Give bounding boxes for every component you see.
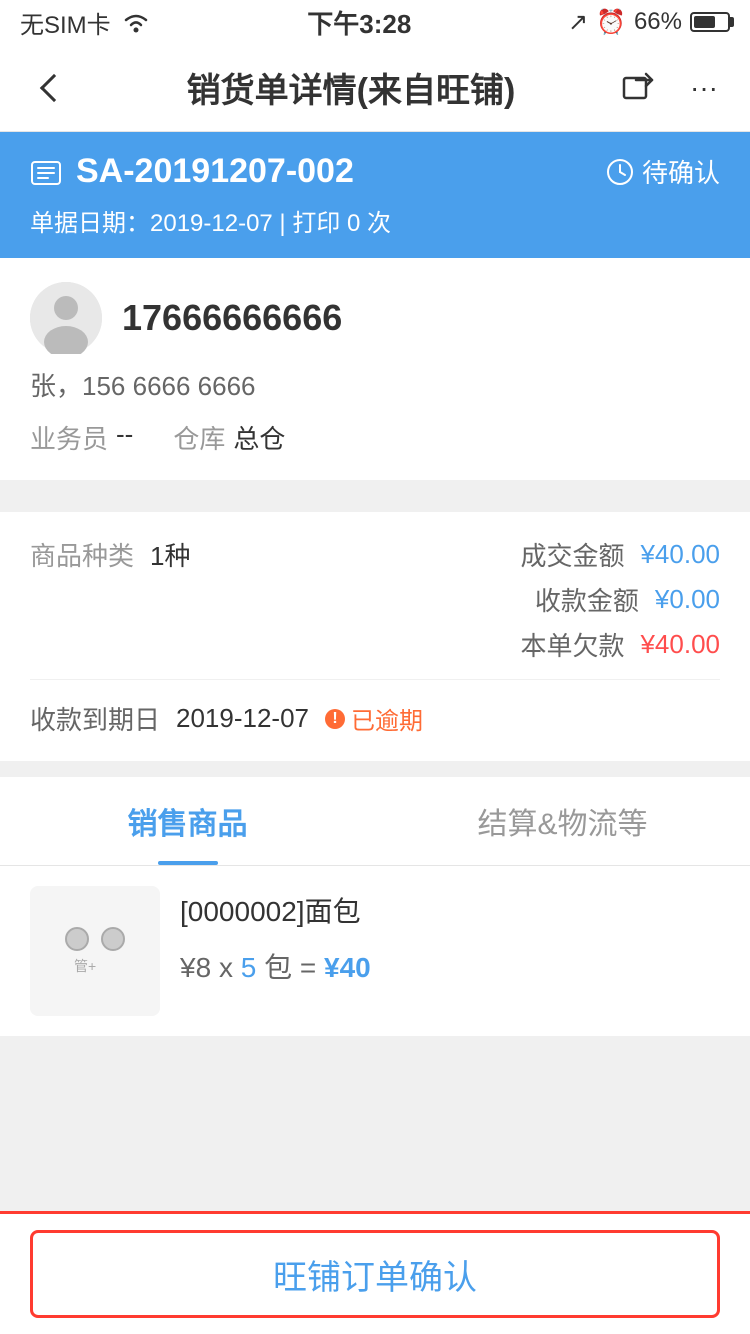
equals-sign: = [300, 952, 324, 983]
back-button[interactable] [24, 58, 84, 118]
owl-eye-left [65, 927, 89, 951]
status-text: 待确认 [642, 153, 720, 190]
order-date: 单据日期：2019-12-07 | 打印 0 次 [30, 203, 720, 238]
nav-title: 销货单详情(来自旺铺) [84, 63, 618, 112]
product-types: 商品种类 1种 [30, 536, 190, 573]
more-button[interactable]: ··· [682, 66, 726, 110]
nav-bar: 销货单详情(来自旺铺) ··· [0, 44, 750, 132]
battery-text: 66% [634, 8, 682, 36]
product-item: 管+ [0000002]面包 ¥8 x 5 包 = ¥40 [30, 886, 720, 1016]
order-icon [30, 158, 66, 186]
share-icon [622, 70, 658, 106]
tabs-section: 销售商品 结算&物流等 [0, 777, 750, 866]
transaction-value: ¥40.00 [640, 539, 720, 570]
due-label: 收款到期日 [30, 700, 160, 737]
order-status: 待确认 [606, 153, 720, 190]
overdue-badge: ! 已逾期 [325, 701, 423, 736]
confirm-btn-container: 旺铺订单确认 [0, 1211, 750, 1334]
product-section: 管+ [0000002]面包 ¥8 x 5 包 = ¥40 [0, 866, 750, 1036]
salesperson-meta: 业务员 -- [30, 419, 133, 456]
confirm-button[interactable]: 旺铺订单确认 [30, 1230, 720, 1318]
order-id: SA-20191207-002 [30, 152, 354, 191]
transaction-amount-row: 成交金额 ¥40.00 [520, 536, 720, 573]
warehouse-value: 总仓 [233, 419, 285, 456]
unit-price: ¥8 [180, 952, 211, 983]
owl-eye-right [101, 927, 125, 951]
avatar-icon [30, 282, 102, 354]
payment-label: 收款金额 [535, 581, 639, 618]
due-date-section: 收款到期日 2019-12-07 ! 已逾期 [30, 679, 720, 737]
owing-label: 本单欠款 [520, 626, 624, 663]
owing-amount-row: 本单欠款 ¥40.00 [520, 626, 720, 663]
product-logo: 管+ [65, 927, 125, 975]
payment-amount-row: 收款金额 ¥0.00 [535, 581, 720, 618]
summary-section: 商品种类 1种 成交金额 ¥40.00 收款金额 ¥0.00 本单欠款 ¥40.… [0, 512, 750, 761]
multiply-sign: x [219, 952, 241, 983]
quantity: 5 [241, 952, 257, 983]
divider-1 [0, 496, 750, 512]
salesperson-value: -- [116, 419, 133, 456]
tab-settlement-label: 结算&物流等 [477, 799, 647, 843]
tab-sales-label: 销售商品 [128, 799, 248, 843]
transaction-label: 成交金额 [520, 536, 624, 573]
tab-settlement[interactable]: 结算&物流等 [375, 777, 750, 865]
alarm-icon: ⏰ [596, 8, 626, 37]
tab-sales[interactable]: 销售商品 [0, 777, 375, 865]
customer-name: 张，156 6666 6666 [30, 366, 720, 403]
total-price: ¥40 [324, 952, 371, 983]
overdue-icon: ! [325, 709, 345, 729]
amounts: 成交金额 ¥40.00 收款金额 ¥0.00 本单欠款 ¥40.00 [520, 536, 720, 663]
product-price: ¥8 x 5 包 = ¥40 [180, 946, 720, 986]
carrier-text: 无SIM卡 [20, 5, 111, 40]
bottom-spacer [0, 1036, 750, 1156]
product-name: [0000002]面包 [180, 890, 720, 930]
product-types-value: 1种 [150, 536, 190, 573]
back-arrow-icon [40, 73, 68, 101]
payment-value: ¥0.00 [655, 584, 720, 615]
nav-actions: ··· [618, 66, 726, 110]
wifi-icon [121, 11, 151, 33]
warehouse-meta: 仓库 总仓 [173, 419, 285, 456]
location-icon: ↗ [568, 8, 588, 37]
battery-icon [690, 12, 730, 32]
share-button[interactable] [618, 66, 662, 110]
product-image: 管+ [30, 886, 160, 1016]
product-types-label: 商品种类 [30, 536, 134, 573]
customer-section: 17666666666 张，156 6666 6666 业务员 -- 仓库 总仓 [0, 258, 750, 480]
customer-avatar [30, 282, 102, 354]
overdue-text: 已逾期 [351, 701, 423, 736]
status-bar-right: ↗ ⏰ 66% [568, 8, 730, 37]
owl-eyes [65, 927, 125, 951]
customer-phone: 17666666666 [122, 297, 342, 339]
status-bar-left: 无SIM卡 [20, 5, 151, 40]
svg-text:管+: 管+ [74, 958, 96, 974]
tab-underline [158, 861, 218, 865]
brand-text-icon: 管+ [70, 955, 120, 975]
salesperson-label: 业务员 [30, 419, 108, 456]
status-bar-time: 下午3:28 [307, 4, 411, 41]
order-header: SA-20191207-002 待确认 单据日期：2019-12-07 | 打印… [0, 132, 750, 258]
owing-value: ¥40.00 [640, 629, 720, 660]
clock-icon [606, 158, 634, 186]
unit-label: 包 [264, 952, 292, 983]
warehouse-label: 仓库 [173, 419, 225, 456]
product-info: [0000002]面包 ¥8 x 5 包 = ¥40 [180, 886, 720, 986]
order-id-text: SA-20191207-002 [76, 152, 354, 191]
customer-meta: 业务员 -- 仓库 总仓 [30, 419, 720, 456]
tabs-header: 销售商品 结算&物流等 [0, 777, 750, 865]
due-date: 2019-12-07 [176, 703, 309, 734]
status-bar: 无SIM卡 下午3:28 ↗ ⏰ 66% [0, 0, 750, 44]
